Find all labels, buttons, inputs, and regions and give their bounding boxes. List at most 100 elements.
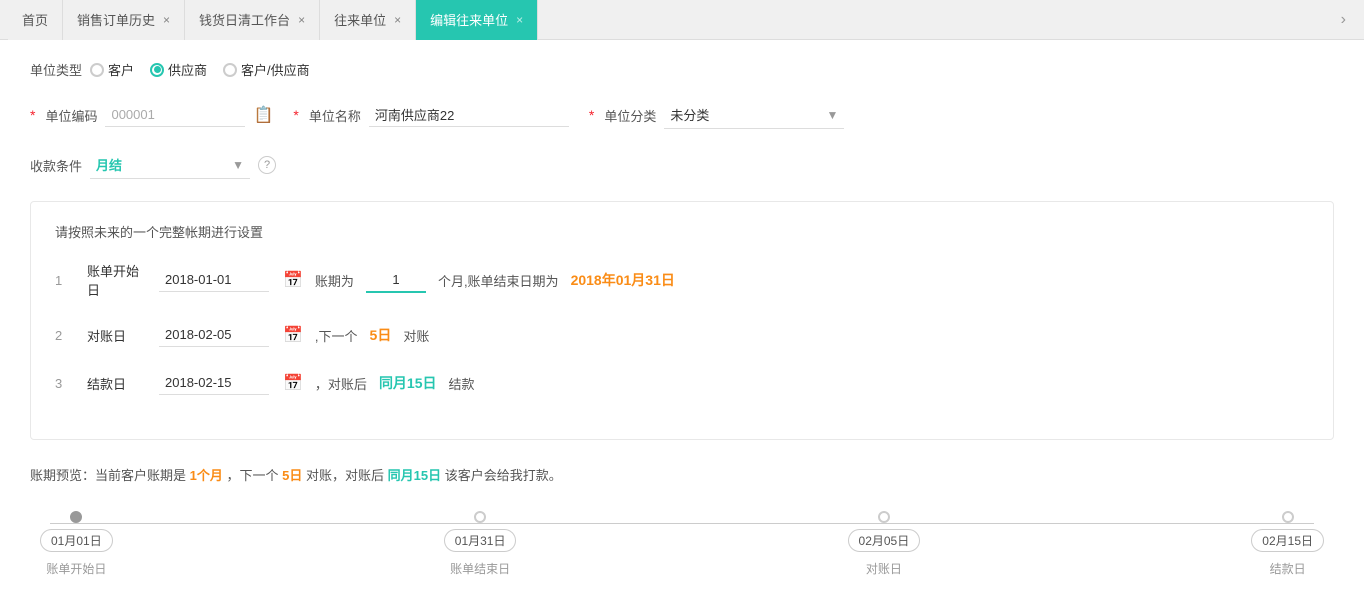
timeline-point-3: 02月15日 结款日 xyxy=(1251,511,1324,577)
row-num-2: 2 xyxy=(55,328,75,343)
end-date-highlight: 2018年01月31日 xyxy=(571,270,675,290)
point-label-1: 01月31日 xyxy=(444,529,517,552)
radio-supplier-label: 供应商 xyxy=(168,60,207,79)
code-name-category-row: * 单位编码 📋 * 单位名称 * 单位分类 未分类 ▼ xyxy=(30,101,1334,129)
period-suffix: 个月,账单结束日期为 xyxy=(438,271,559,290)
radio-customer-supplier-label: 客户/供应商 xyxy=(241,60,310,79)
unit-category-star: * xyxy=(589,107,594,123)
tab-partner[interactable]: 往来单位 × xyxy=(320,0,416,40)
radio-customer[interactable]: 客户 xyxy=(90,60,134,79)
payment-condition-row: 收款条件 月结 ▼ ? xyxy=(30,151,1334,179)
point-dot-3 xyxy=(1282,511,1294,523)
unit-category-dropdown[interactable]: 未分类 ▼ xyxy=(664,101,844,129)
radio-customer-supplier[interactable]: 客户/供应商 xyxy=(223,60,310,79)
point-desc-3: 结款日 xyxy=(1270,560,1306,577)
payment-suffix: 结款 xyxy=(449,374,475,393)
unit-code-input[interactable] xyxy=(105,103,245,127)
unit-name-field: * 单位名称 xyxy=(293,103,568,127)
tab-partner-label: 往来单位 xyxy=(334,10,386,29)
setting-row-3: 3 结款日 📅 ，对账后 同月15日 结款 xyxy=(55,371,1309,395)
chevron-down-icon: ▼ xyxy=(826,108,838,122)
payment-chevron-icon: ▼ xyxy=(232,158,244,172)
help-icon[interactable]: ? xyxy=(258,156,276,174)
tab-edit-partner-label: 编辑往来单位 xyxy=(430,10,508,29)
row-type-2: 对账日 xyxy=(87,326,147,345)
unit-code-label: 单位编码 xyxy=(45,106,97,125)
unit-category-label: 单位分类 xyxy=(604,106,656,125)
tab-cash-work-label: 钱货日清工作台 xyxy=(199,10,290,29)
setting-row-2: 2 对账日 📅 ,下一个 5日 对账 xyxy=(55,323,1309,347)
timeline-points: 01月01日 账单开始日 01月31日 账单结束日 02月05日 对账日 02月… xyxy=(40,511,1324,577)
timeline-wrapper: 01月01日 账单开始日 01月31日 账单结束日 02月05日 对账日 02月… xyxy=(30,511,1334,577)
radio-supplier-circle xyxy=(150,63,164,77)
tab-expand-button[interactable]: › xyxy=(1331,11,1356,29)
copy-icon[interactable]: 📋 xyxy=(253,105,273,125)
tab-edit-partner[interactable]: 编辑往来单位 × xyxy=(416,0,538,40)
payment-date-input[interactable] xyxy=(159,371,269,395)
start-date-input[interactable] xyxy=(159,268,269,292)
timeline-point-0: 01月01日 账单开始日 xyxy=(40,511,113,577)
radio-customer-circle xyxy=(90,63,104,77)
tabs-bar: 首页 销售订单历史 × 钱货日清工作台 × 往来单位 × 编辑往来单位 × › xyxy=(0,0,1364,40)
unit-name-star: * xyxy=(293,107,298,123)
timeline-point-1: 01月31日 账单结束日 xyxy=(444,511,517,577)
preview-prefix: 账期预览：当前客户账期是 xyxy=(30,468,186,483)
payment-condition-value: 月结 xyxy=(96,155,122,174)
payment-condition-label: 收款条件 xyxy=(30,156,82,175)
unit-type-field: 单位类型 客户 供应商 客户/供应商 xyxy=(30,60,310,79)
panel-title: 请按照未来的一个完整帐期进行设置 xyxy=(55,222,1309,241)
preview-highlight3: 同月15日 xyxy=(388,468,441,483)
preview-section: 账期预览：当前客户账期是 1个月 ，下一个 5日 对账，对账后 同月15日 该客… xyxy=(30,464,1334,487)
point-desc-1: 账单结束日 xyxy=(450,560,510,577)
tab-sales-history[interactable]: 销售订单历史 × xyxy=(63,0,185,40)
point-dot-0 xyxy=(70,511,82,523)
setting-row-1: 1 账单开始日 📅 账期为 个月,账单结束日期为 2018年01月31日 xyxy=(55,261,1309,299)
tab-cash-work[interactable]: 钱货日清工作台 × xyxy=(185,0,320,40)
period-prefix: 账期为 xyxy=(315,271,354,290)
calendar-icon-2[interactable]: 📅 xyxy=(283,325,303,345)
calendar-icon-3[interactable]: 📅 xyxy=(283,373,303,393)
tab-sales-history-close[interactable]: × xyxy=(163,13,170,27)
tab-sales-history-label: 销售订单历史 xyxy=(77,10,155,29)
payment-condition-dropdown[interactable]: 月结 ▼ xyxy=(90,151,250,179)
timeline-point-2: 02月05日 对账日 xyxy=(848,511,921,577)
point-label-3: 02月15日 xyxy=(1251,529,1324,552)
row-num-1: 1 xyxy=(55,273,75,288)
reconcile-suffix: 对账 xyxy=(403,326,429,345)
unit-type-row: 单位类型 客户 供应商 客户/供应商 xyxy=(30,60,1334,79)
calendar-icon-1[interactable]: 📅 xyxy=(283,270,303,290)
unit-code-star: * xyxy=(30,107,35,123)
preview-suffix: 该客户会给我打款。 xyxy=(445,468,562,483)
preview-mid2: 对账，对账后 xyxy=(306,468,384,483)
main-content: 单位类型 客户 供应商 客户/供应商 * 单位编码 xyxy=(0,40,1364,608)
preview-highlight2: 5日 xyxy=(282,468,302,483)
point-dot-1 xyxy=(474,511,486,523)
radio-customer-label: 客户 xyxy=(108,60,134,79)
unit-category-value: 未分类 xyxy=(670,105,709,124)
settings-panel: 请按照未来的一个完整帐期进行设置 1 账单开始日 📅 账期为 个月,账单结束日期… xyxy=(30,201,1334,440)
row-type-3: 结款日 xyxy=(87,374,147,393)
row-type-1: 账单开始日 xyxy=(87,261,147,299)
unit-type-label: 单位类型 xyxy=(30,60,82,79)
tab-cash-work-close[interactable]: × xyxy=(298,13,305,27)
point-dot-2 xyxy=(878,511,890,523)
tab-edit-partner-close[interactable]: × xyxy=(516,13,523,27)
payment-condition-field: 收款条件 月结 ▼ ? xyxy=(30,151,276,179)
period-input[interactable] xyxy=(366,268,426,293)
point-label-0: 01月01日 xyxy=(40,529,113,552)
point-desc-0: 账单开始日 xyxy=(46,560,106,577)
point-label-2: 02月05日 xyxy=(848,529,921,552)
preview-mid1: ，下一个 xyxy=(227,468,279,483)
reconcile-prefix: ,下一个 xyxy=(315,326,358,345)
tab-partner-close[interactable]: × xyxy=(394,13,401,27)
radio-customer-supplier-circle xyxy=(223,63,237,77)
unit-category-field: * 单位分类 未分类 ▼ xyxy=(589,101,844,129)
unit-name-input[interactable] xyxy=(369,103,569,127)
radio-group: 客户 供应商 客户/供应商 xyxy=(90,60,310,79)
row-num-3: 3 xyxy=(55,376,75,391)
tab-home-label: 首页 xyxy=(22,10,48,29)
preview-highlight1: 1个月 xyxy=(190,468,223,483)
radio-supplier[interactable]: 供应商 xyxy=(150,60,207,79)
tab-home[interactable]: 首页 xyxy=(8,0,63,40)
reconcile-date-input[interactable] xyxy=(159,323,269,347)
